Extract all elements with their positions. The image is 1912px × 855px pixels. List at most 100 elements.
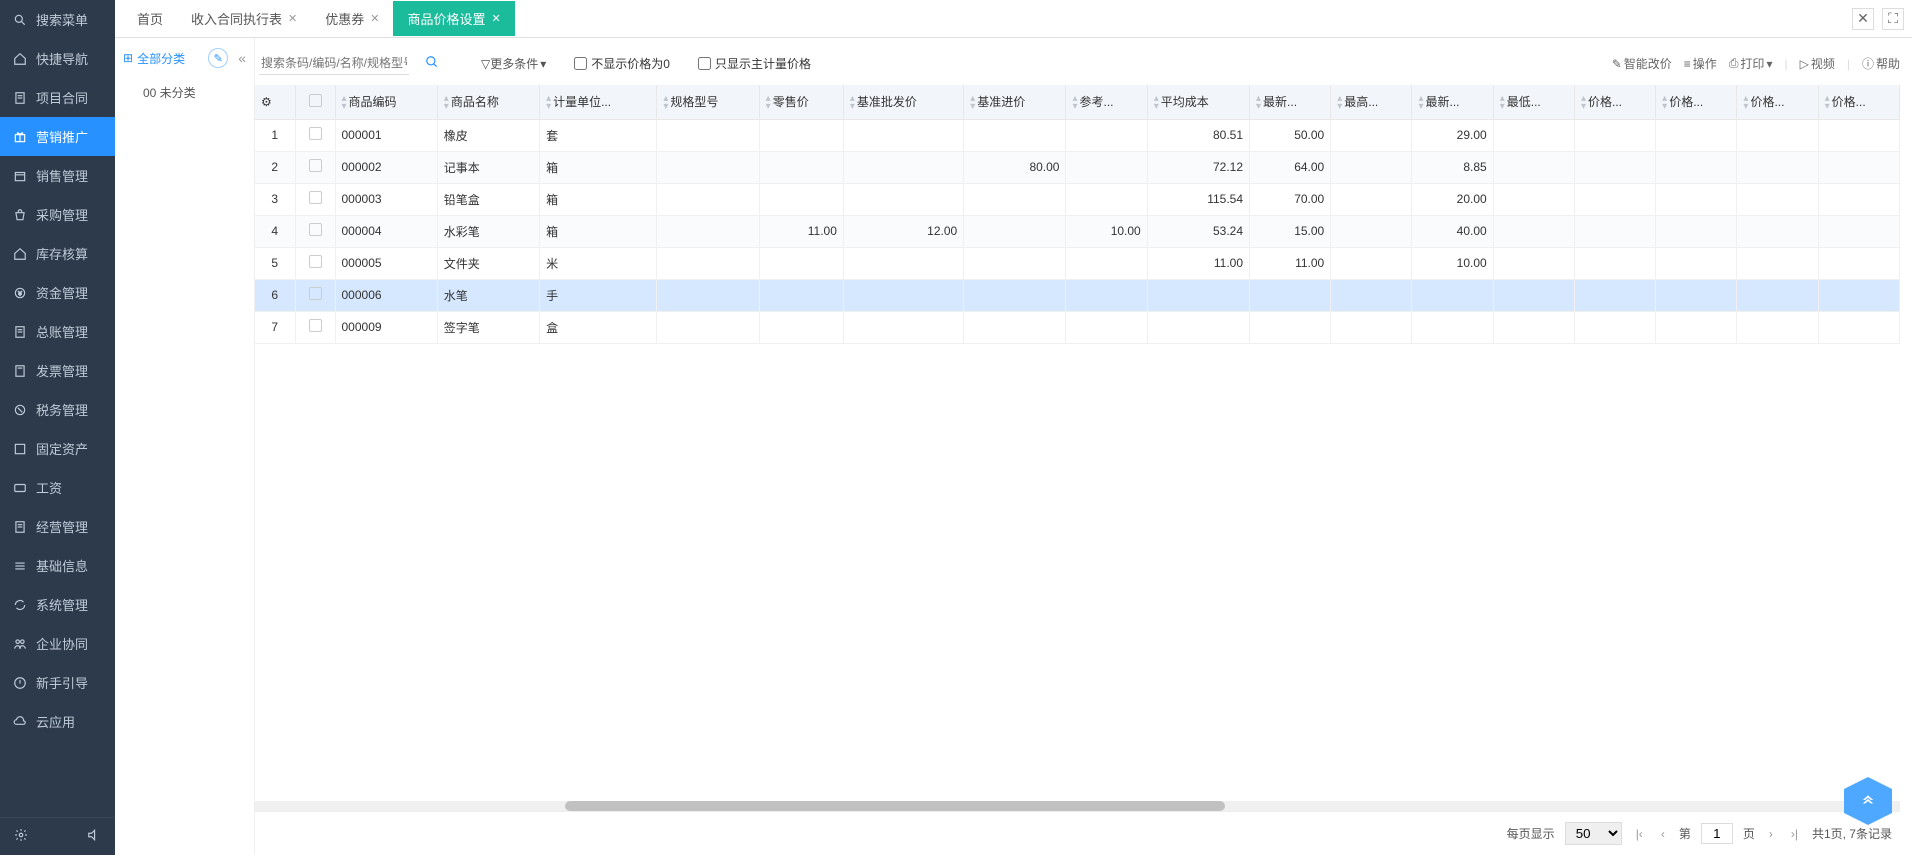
table-row[interactable]: 1000001橡皮套80.5150.0029.00 (255, 119, 1900, 151)
menu-icon (12, 558, 28, 574)
sidebar-item-9[interactable]: 发票管理 (0, 351, 115, 390)
tab-1[interactable]: 收入合同执行表✕ (177, 1, 311, 36)
col-header-8[interactable]: ▴▾平均成本 (1147, 85, 1249, 119)
cell-p1 (1574, 247, 1655, 279)
col-header-4[interactable]: ▴▾零售价 (759, 85, 843, 119)
col-header-3[interactable]: ▴▾规格型号 (657, 85, 759, 119)
select-all-header[interactable] (295, 85, 335, 119)
table-row[interactable]: 2000002记事本箱80.0072.1264.008.85 (255, 151, 1900, 183)
video-button[interactable]: ▷ 视频 (1800, 55, 1835, 72)
hide-zero-checkbox-input[interactable] (574, 57, 587, 70)
sidebar-item-7[interactable]: ¥资金管理 (0, 273, 115, 312)
col-header-1[interactable]: ▴▾商品名称 (437, 85, 539, 119)
sidebar-item-15[interactable]: 系统管理 (0, 585, 115, 624)
cell-c3: 29.00 (1412, 119, 1493, 151)
col-header-13[interactable]: ▴▾价格... (1574, 85, 1655, 119)
cell-p4 (1818, 119, 1899, 151)
horizontal-scrollbar[interactable] (255, 801, 1900, 811)
sidebar-item-14[interactable]: 基础信息 (0, 546, 115, 585)
operate-button[interactable]: ≡ 操作 (1684, 55, 1717, 72)
sidebar-item-10[interactable]: 税务管理 (0, 390, 115, 429)
print-button[interactable]: ⎙ 打印 ▾ (1729, 55, 1773, 72)
table-row[interactable]: 3000003铅笔盒箱115.5470.0020.00 (255, 183, 1900, 215)
col-header-0[interactable]: ▴▾商品编码 (335, 85, 437, 119)
sidebar-item-16[interactable]: 企业协同 (0, 624, 115, 663)
close-icon[interactable]: ✕ (492, 12, 501, 25)
row-select[interactable] (295, 183, 335, 215)
sidebar-item-17[interactable]: 新手引导 (0, 663, 115, 702)
help-button[interactable]: ⓘ 帮助 (1862, 55, 1900, 72)
tab-3[interactable]: 商品价格设置✕ (393, 1, 514, 36)
hide-zero-checkbox[interactable]: 不显示价格为0 (574, 55, 670, 72)
col-header-7[interactable]: ▴▾参考... (1066, 85, 1147, 119)
col-header-12[interactable]: ▴▾最低... (1493, 85, 1574, 119)
sidebar-item-3[interactable]: 营销推广 (0, 117, 115, 156)
sidebar-item-13[interactable]: 经营管理 (0, 507, 115, 546)
cell-ref (1066, 279, 1147, 311)
per-page-select[interactable]: 50 (1565, 822, 1622, 845)
col-header-5[interactable]: ▴▾基准批发价 (843, 85, 963, 119)
sidebar-item-8[interactable]: 总账管理 (0, 312, 115, 351)
cell-spec (657, 119, 759, 151)
last-page-button[interactable]: ›| (1787, 827, 1802, 841)
only-main-checkbox-input[interactable] (698, 57, 711, 70)
close-all-tabs-button[interactable]: ✕ (1852, 8, 1874, 30)
row-select[interactable] (295, 119, 335, 151)
col-header-15[interactable]: ▴▾价格... (1737, 85, 1818, 119)
close-icon[interactable]: ✕ (288, 12, 297, 25)
cell-ref: 10.00 (1066, 215, 1147, 247)
tab-2[interactable]: 优惠券✕ (311, 1, 393, 36)
prev-page-button[interactable]: ‹ (1657, 827, 1669, 841)
cell-c2 (1331, 215, 1412, 247)
sound-button[interactable] (87, 828, 101, 845)
sidebar-item-1[interactable]: 快捷导航 (0, 39, 115, 78)
wage-icon (12, 480, 28, 496)
tab-0[interactable]: 首页 (123, 1, 177, 36)
cell-spec (657, 247, 759, 279)
sidebar-item-6[interactable]: 库存核算 (0, 234, 115, 273)
table-row[interactable]: 5000005文件夹米11.0011.0010.00 (255, 247, 1900, 279)
col-header-14[interactable]: ▴▾价格... (1656, 85, 1737, 119)
more-conditions-button[interactable]: ▽ 更多条件 ▾ (481, 55, 546, 72)
only-main-checkbox[interactable]: 只显示主计量价格 (698, 55, 811, 72)
checkbox-icon (309, 223, 322, 236)
next-page-button[interactable]: › (1765, 827, 1777, 841)
all-categories-button[interactable]: ⊞ 全部分类 (123, 50, 185, 67)
col-header-11[interactable]: ▴▾最新... (1412, 85, 1493, 119)
edit-category-button[interactable]: ✎ (208, 48, 228, 68)
sort-icon: ▴▾ (1154, 95, 1159, 111)
row-select[interactable] (295, 215, 335, 247)
sidebar-item-11[interactable]: 固定资产 (0, 429, 115, 468)
table-row[interactable]: 6000006水笔手 (255, 279, 1900, 311)
row-select[interactable] (295, 247, 335, 279)
table-row[interactable]: 4000004水彩笔箱11.0012.0010.0053.2415.0040.0… (255, 215, 1900, 247)
collapse-panel-button[interactable]: « (238, 50, 246, 66)
col-header-16[interactable]: ▴▾价格... (1818, 85, 1899, 119)
row-select[interactable] (295, 311, 335, 343)
row-select[interactable] (295, 151, 335, 183)
smart-price-button[interactable]: ✎ 智能改价 (1612, 55, 1672, 72)
fullscreen-button[interactable]: ⛶ (1882, 8, 1904, 30)
col-header-label: 计量单位... (553, 95, 611, 109)
search-icon[interactable] (425, 55, 439, 72)
col-header-9[interactable]: ▴▾最新... (1250, 85, 1331, 119)
row-select[interactable] (295, 279, 335, 311)
col-header-2[interactable]: ▴▾计量单位... (540, 85, 657, 119)
scrollbar-thumb[interactable] (565, 801, 1225, 811)
sidebar-item-2[interactable]: 项目合同 (0, 78, 115, 117)
sidebar-item-5[interactable]: 采购管理 (0, 195, 115, 234)
gear-column-header[interactable]: ⚙ (255, 85, 295, 119)
sidebar-item-18[interactable]: 云应用 (0, 702, 115, 741)
category-item-0[interactable]: 00 未分类 (123, 78, 246, 107)
sidebar-item-12[interactable]: 工资 (0, 468, 115, 507)
settings-button[interactable] (14, 828, 28, 845)
table-row[interactable]: 7000009签字笔盒 (255, 311, 1900, 343)
col-header-6[interactable]: ▴▾基准进价 (964, 85, 1066, 119)
close-icon[interactable]: ✕ (370, 12, 379, 25)
col-header-10[interactable]: ▴▾最高... (1331, 85, 1412, 119)
page-input[interactable] (1701, 823, 1733, 844)
search-input[interactable] (259, 52, 409, 75)
first-page-button[interactable]: |‹ (1632, 827, 1647, 841)
sidebar-item-4[interactable]: 销售管理 (0, 156, 115, 195)
sidebar-item-0[interactable]: 搜索菜单 (0, 0, 115, 39)
